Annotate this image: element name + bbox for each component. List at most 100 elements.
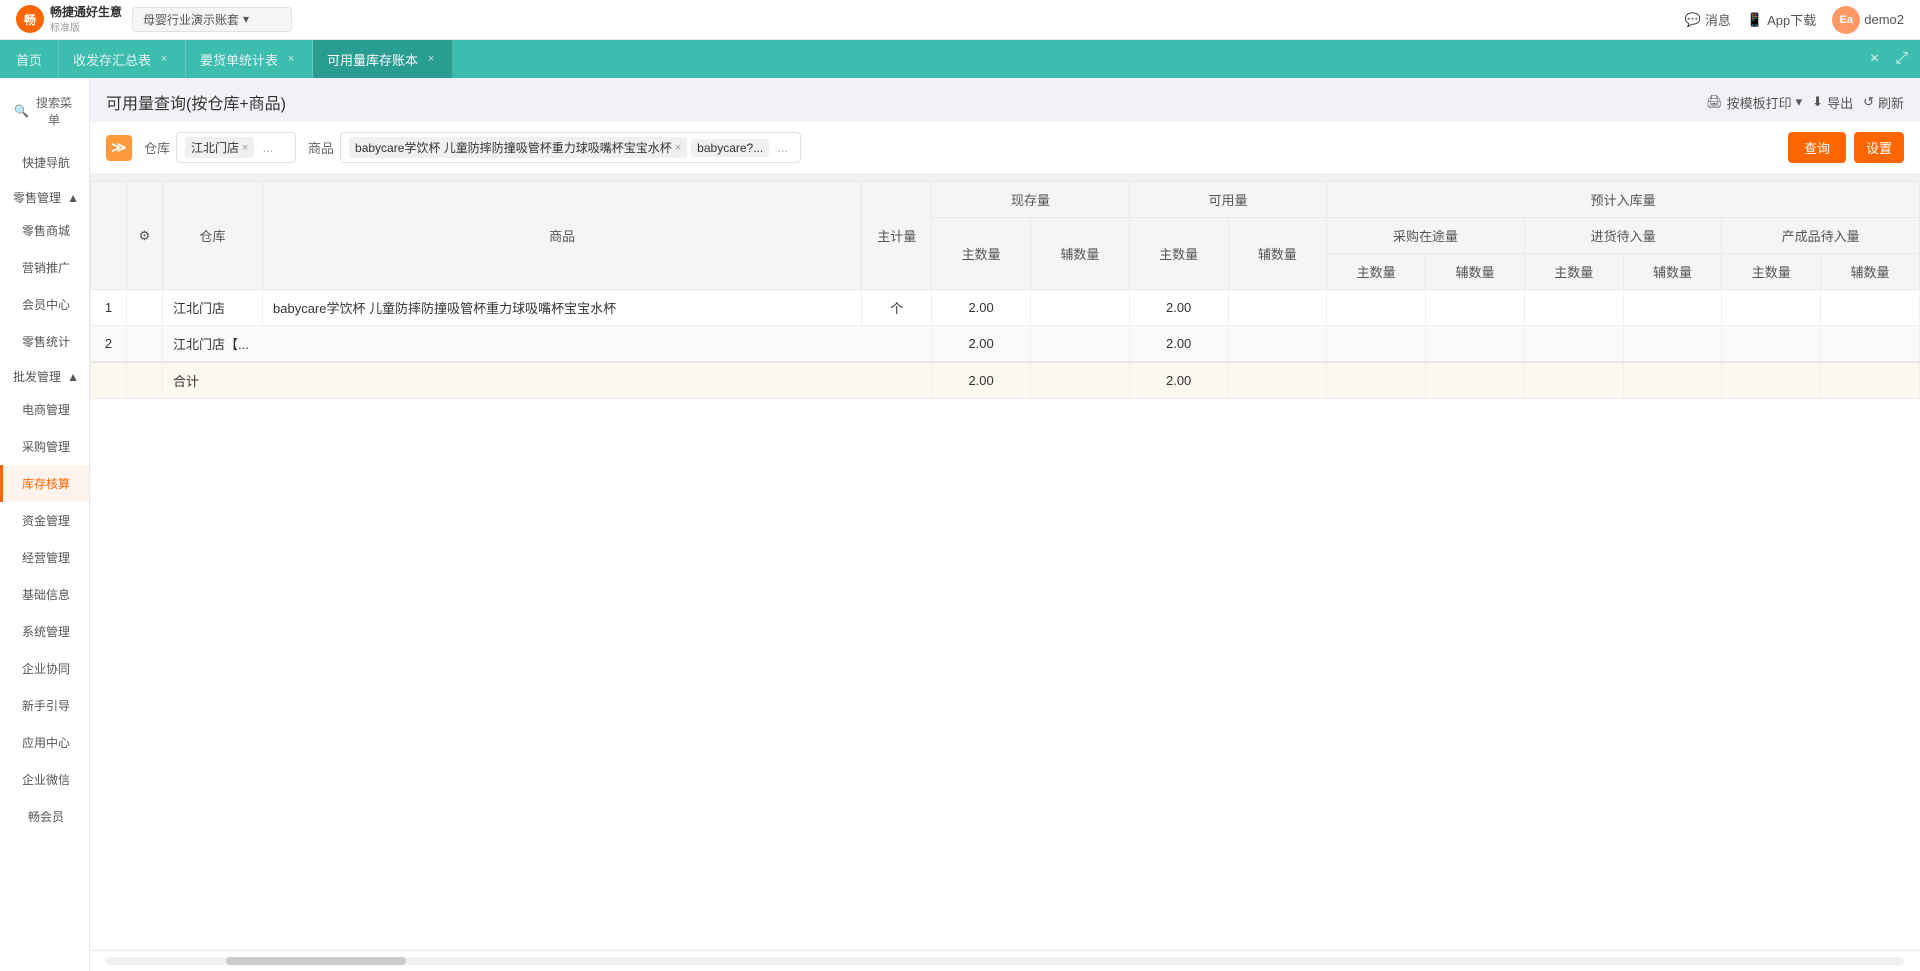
export-btn[interactable]: ⬇ 导出 (1812, 93, 1853, 112)
tab-order-stats[interactable]: 要货单统计表 × (186, 40, 313, 78)
warehouse-filter-more[interactable]: ... (258, 140, 277, 155)
sidebar-item-enterprise-label: 企业协同 (22, 660, 70, 677)
query-button[interactable]: 查询 (1788, 132, 1846, 163)
sidebar-search-button[interactable]: 🔍 搜索菜单 (8, 88, 81, 134)
brand-icon: 畅 (16, 5, 44, 33)
th-inbound-aux: 辅数量 (1623, 254, 1722, 290)
sidebar-item-retail-stats[interactable]: 零售统计 (0, 323, 89, 360)
sidebar-item-purchase-label: 采购管理 (22, 438, 70, 455)
app-download-action[interactable]: 📱 App下载 (1747, 10, 1816, 29)
product-tag1-value: babycare学饮杯 儿童防摔防撞吸管杯重力球吸嘴杯宝宝水杯 (355, 139, 672, 156)
sidebar-item-members-label: 会员中心 (22, 296, 70, 313)
cell-purchase-aux (1426, 290, 1525, 326)
sidebar-item-ecommerce-label: 电商管理 (22, 401, 70, 418)
sidebar-item-quick-nav[interactable]: 快捷导航 (0, 144, 89, 181)
product-filter-more[interactable]: ... (773, 140, 792, 155)
scroll-track[interactable] (106, 957, 1904, 965)
sidebar-item-purchase[interactable]: 采购管理 (0, 428, 89, 465)
filter-toggle-btn[interactable]: ≫ (106, 135, 132, 161)
tab-stock-summary-label: 收发存汇总表 (73, 50, 151, 69)
tab-order-stats-label: 要货单统计表 (200, 50, 278, 69)
brand-logo: 畅 畅捷通好生意 标准版 (16, 5, 122, 34)
sidebar-item-finance[interactable]: 资金管理 (0, 502, 89, 539)
print-template-btn[interactable]: 🖨 按模板打印 ▾ (1706, 93, 1802, 112)
th-available-main-qty: 主数量 (1129, 218, 1228, 290)
sidebar-item-inventory[interactable]: 库存核算 (0, 465, 89, 502)
product-tag1-close[interactable]: × (675, 142, 681, 154)
th-current-stock: 现存量 (932, 182, 1130, 218)
sidebar-item-operations[interactable]: 经营管理 (0, 539, 89, 576)
settings-button[interactable]: 设置 (1854, 132, 1904, 163)
sidebar-item-newbie[interactable]: 新手引导 (0, 687, 89, 724)
top-bar-left: 畅 畅捷通好生意 标准版 母婴行业演示账套 ▾ (16, 5, 292, 34)
table-container: ⚙ 仓库 商品 主计量 现存量 可用量 预计入库量 主数量 辅数量 主数量 辅数… (90, 181, 1920, 971)
tab-available-stock[interactable]: 可用量库存账本 × (313, 40, 453, 78)
sidebar-item-marketing[interactable]: 营销推广 (0, 249, 89, 286)
product-filter-input[interactable]: babycare学饮杯 儿童防摔防撞吸管杯重力球吸嘴杯宝宝水杯 × babyca… (340, 132, 801, 163)
warehouse-filter-tag: 江北门店 × (185, 137, 254, 158)
message-label: 消息 (1705, 10, 1731, 29)
tab-home-label: 首页 (16, 50, 42, 69)
tab-home[interactable]: 首页 (0, 40, 59, 78)
print-label: 按模板打印 (1727, 93, 1792, 112)
industry-label: 母婴行业演示账套 (143, 11, 239, 28)
sidebar-item-ecommerce[interactable]: 电商管理 (0, 391, 89, 428)
column-settings-icon[interactable]: ⚙ (139, 228, 151, 243)
cell-inbound-main (1524, 290, 1623, 326)
cell-product: babycare学饮杯 儿童防摔防撞吸管杯重力球吸嘴杯宝宝水杯 (263, 290, 862, 326)
sidebar-item-wechat-work[interactable]: 企业微信 (0, 761, 89, 798)
sidebar-item-apps[interactable]: 应用中心 (0, 724, 89, 761)
sidebar-item-system[interactable]: 系统管理 (0, 613, 89, 650)
th-available-aux-qty: 辅数量 (1228, 218, 1327, 290)
sidebar-item-newbie-label: 新手引导 (22, 697, 70, 714)
scroll-thumb[interactable] (226, 957, 406, 965)
user-profile[interactable]: Ea demo2 (1832, 6, 1904, 34)
page-actions: 🖨 按模板打印 ▾ ⬇ 导出 ↺ 刷新 (1706, 93, 1904, 112)
sidebar-item-wholesale-mgmt[interactable]: 批发管理 ▲ (0, 360, 89, 391)
total-finished-main (1722, 362, 1821, 399)
sidebar-item-wechat-work-label: 企业微信 (22, 771, 70, 788)
tab-stock-summary[interactable]: 收发存汇总表 × (59, 40, 186, 78)
expand-icon: ▲ (67, 191, 79, 205)
subtotal-finished-aux (1821, 326, 1920, 363)
cell-inbound-aux (1623, 290, 1722, 326)
sidebar-item-retail-mgmt[interactable]: 零售管理 ▲ (0, 181, 89, 212)
warehouse-tag-close[interactable]: × (242, 142, 248, 154)
export-label: 导出 (1827, 93, 1853, 112)
sidebar-item-member-app-label: 畅会员 (28, 808, 64, 825)
message-icon: 💬 (1685, 12, 1701, 28)
th-current-aux-qty: 辅数量 (1031, 218, 1130, 290)
tab-close-all[interactable]: × (1866, 46, 1883, 72)
sidebar-search-label: 搜索菜单 (33, 94, 75, 128)
sidebar-item-member-app[interactable]: 畅会员 (0, 798, 89, 835)
subtotal-index: 2 (91, 326, 127, 363)
sidebar-item-retail-mall-label: 零售商城 (22, 222, 70, 239)
total-label: 合计 (163, 362, 932, 399)
total-purchase-aux (1426, 362, 1525, 399)
tab-order-stats-close[interactable]: × (284, 52, 298, 66)
message-action[interactable]: 💬 消息 (1685, 10, 1731, 29)
sidebar-item-wholesale-mgmt-label: 批发管理 (13, 368, 61, 385)
tab-available-stock-label: 可用量库存账本 (327, 50, 418, 69)
warehouse-filter-input[interactable]: 江北门店 × ... (176, 132, 296, 163)
total-empty2 (127, 362, 163, 399)
th-settings[interactable]: ⚙ (127, 182, 163, 290)
industry-selector[interactable]: 母婴行业演示账套 ▾ (132, 7, 292, 32)
sidebar-item-members[interactable]: 会员中心 (0, 286, 89, 323)
refresh-btn[interactable]: ↺ 刷新 (1863, 93, 1904, 112)
cell-available-main: 2.00 (1129, 290, 1228, 326)
th-index (91, 182, 127, 290)
sidebar-item-basics-label: 基础信息 (22, 586, 70, 603)
avatar: Ea (1832, 6, 1860, 34)
sidebar-item-enterprise[interactable]: 企业协同 (0, 650, 89, 687)
tab-stock-summary-close[interactable]: × (157, 52, 171, 66)
tab-available-stock-close[interactable]: × (424, 52, 438, 66)
tab-maximize[interactable]: ⤢ (1891, 46, 1912, 72)
brand-sub: 标准版 (50, 19, 122, 34)
sidebar-item-finance-label: 资金管理 (22, 512, 70, 529)
sidebar-item-retail-mall[interactable]: 零售商城 (0, 212, 89, 249)
sidebar-item-system-label: 系统管理 (22, 623, 70, 640)
print-icon: 🖨 (1706, 94, 1723, 110)
sidebar-item-basics[interactable]: 基础信息 (0, 576, 89, 613)
sidebar-item-retail-stats-label: 零售统计 (22, 333, 70, 350)
